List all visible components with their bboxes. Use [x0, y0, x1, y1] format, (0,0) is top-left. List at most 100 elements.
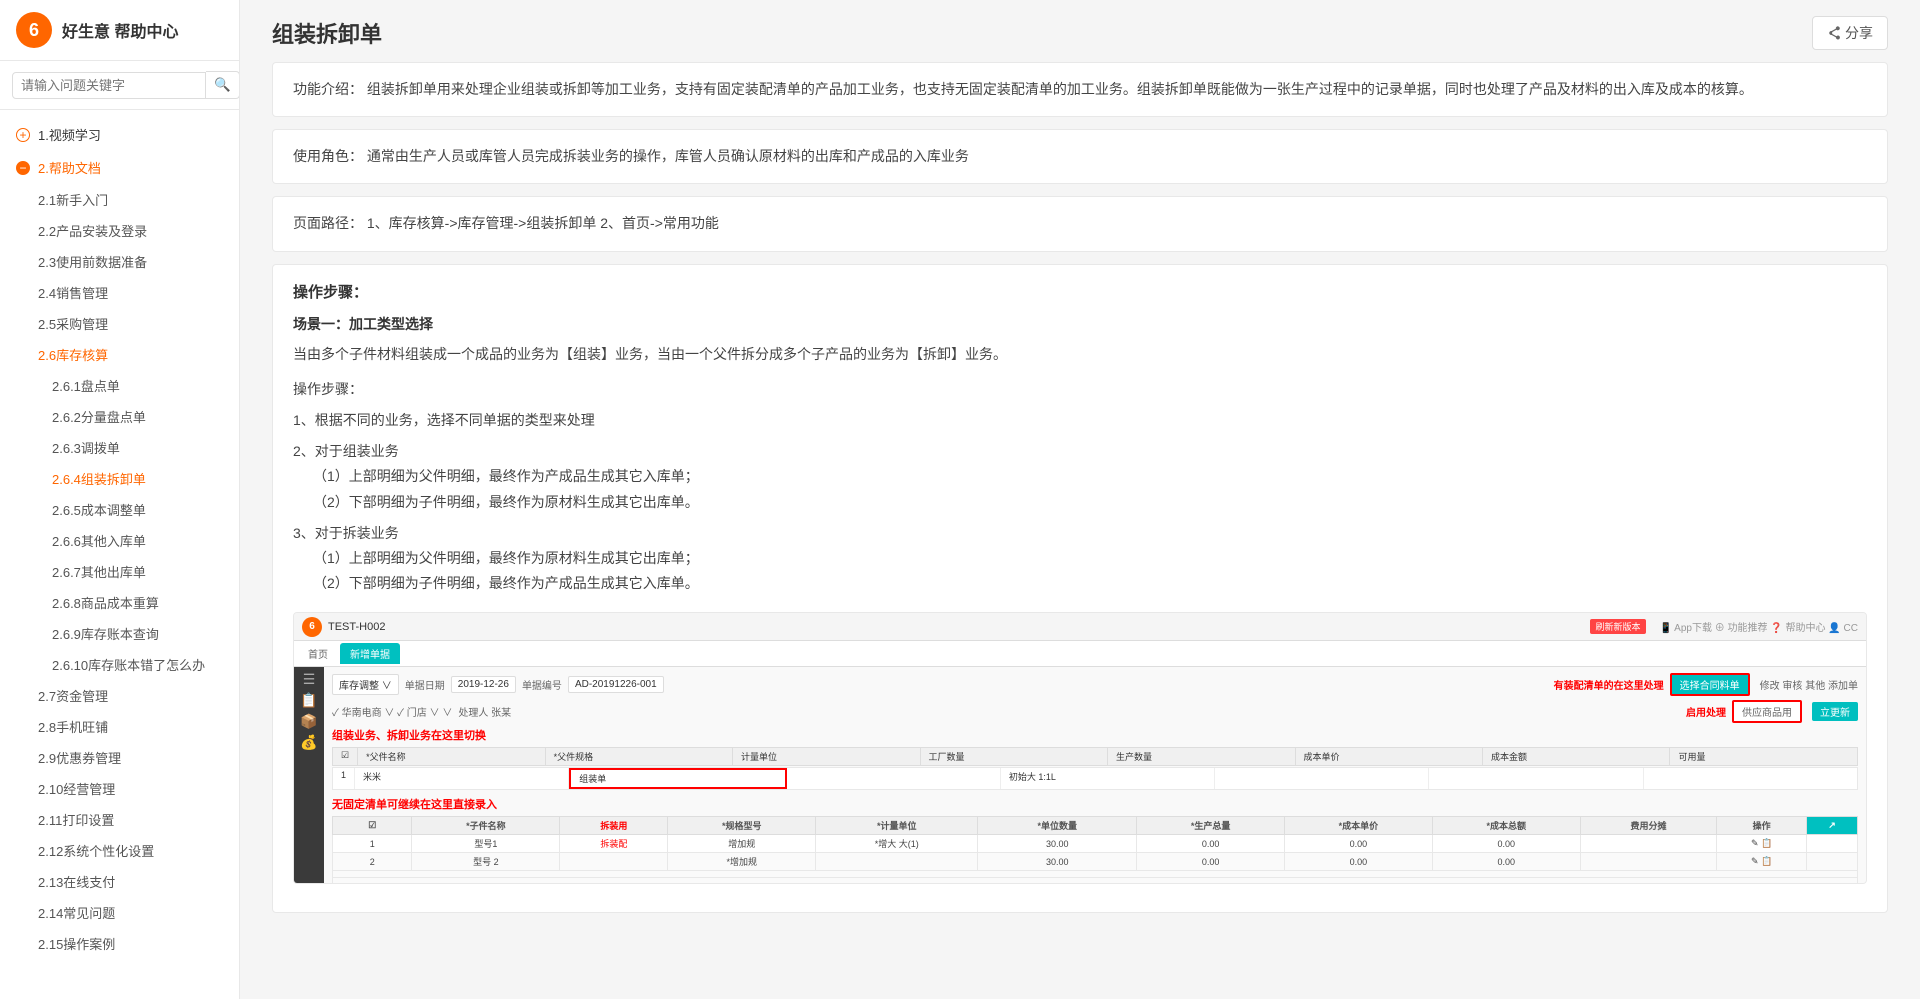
ss-nav-icon3: 📦 [300, 713, 317, 730]
ss-lth2: *子件名称 [412, 817, 560, 835]
ss-lc12 [1807, 835, 1858, 853]
sidebar-item-2[interactable]: − 2.帮助文档 2.1新手入门 2.2产品安装及登录 2.3使用前数据准备 2… [0, 151, 239, 959]
ss-td4 [787, 768, 1001, 789]
ss-th7: 成本单价 [1296, 748, 1483, 765]
share-button[interactable]: 分享 [1812, 16, 1888, 50]
ss-org: ✓ 华南电商 ∨ ✓ 门店 ∨ ∨ [332, 704, 452, 719]
ss-body: ☰ 📋 📦 💰 库存调整 ∨ 单据日期 [294, 667, 1866, 883]
ss-lth1: ☑ [333, 817, 412, 835]
ss-lc3: 拆装配 [560, 835, 668, 853]
sidebar-item-2-1[interactable]: 2.1新手入门 [0, 184, 239, 215]
ss-upper-table-row1: 1 米米 组装单 初始大 1:1L [332, 767, 1858, 790]
ss-form: 库存调整 ∨ 单据日期 2019-12-26 单据编号 AD-20191226-… [324, 667, 1866, 883]
ss-lth8: *成本单价 [1285, 817, 1433, 835]
ss-lrow2: 2 型号 2 *增加规 30.00 0.00 0.00 [333, 853, 1858, 871]
expand-icon: + [16, 128, 30, 142]
sidebar-item-2-10[interactable]: 2.10经营管理 [0, 773, 239, 804]
role-text: 通常由生产人员或库管人员完成拆装业务的操作，库管人员确认原材料的出库和产成品的入… [367, 148, 969, 164]
sidebar-item-2-8[interactable]: 2.8手机旺铺 [0, 711, 239, 742]
ss-btn-refresh: 刷新新版本 [1590, 619, 1645, 634]
ss-btn-select: 选择合同料单 [1670, 673, 1750, 696]
ss-lower-tbody: 1 型号1 拆装配 增加规 *增大 大(1) 30.00 0.00 0.00 [333, 835, 1858, 884]
ss-lth11: 操作 [1717, 817, 1807, 835]
sidebar-item-2-13[interactable]: 2.13在线支付 [0, 866, 239, 897]
ss-td3-highlight: 组装单 [569, 768, 786, 789]
path-label: 页面路径： [293, 215, 363, 231]
ss-lrow1: 1 型号1 拆装配 增加规 *增大 大(1) 30.00 0.00 0.00 [333, 835, 1858, 853]
scene1-label: 场景一：加工类型选择 [293, 314, 1867, 334]
ss-l2c2: 型号 2 [412, 853, 560, 871]
ss-td2: 米米 [355, 768, 569, 789]
ss-date-label: 单据日期 [405, 677, 445, 692]
logo-icon: 6 [16, 12, 52, 48]
collapse-icon: − [16, 161, 30, 175]
ss-lrow3-empty [333, 871, 1858, 878]
ss-lc6: 30.00 [978, 835, 1137, 853]
main-content: 组装拆卸单 分享 功能介绍： 组装拆卸单用来处理企业组装或拆卸等加工业务，支持有… [240, 0, 1920, 999]
ss-date-val: 2019-12-26 [451, 676, 516, 693]
main-header: 组装拆卸单 分享 [240, 0, 1920, 62]
app-title: 好生意 帮助中心 [62, 18, 178, 42]
ss-l2c7: 0.00 [1137, 853, 1285, 871]
ss-icons: 📱 App下载 ⊕ 功能推荐 ❓ 帮助中心 👤 CC [1660, 619, 1859, 634]
sidebar-item-2-4[interactable]: 2.4销售管理 [0, 277, 239, 308]
ss-main-area: 库存调整 ∨ 单据日期 2019-12-26 单据编号 AD-20191226-… [324, 667, 1866, 883]
sidebar-item-2-6[interactable]: 2.6库存核算 [0, 339, 239, 370]
ss-th9: 可用量 [1670, 748, 1856, 765]
nav-tree: + 1.视频学习 − 2.帮助文档 2.1新手入门 2.2产品安装及登录 2.3… [0, 110, 239, 999]
step3: 3、对于拆装业务 [293, 521, 1867, 546]
sidebar-item-2-9[interactable]: 2.9优惠券管理 [0, 742, 239, 773]
ss-th4: 计量单位 [733, 748, 920, 765]
sidebar-item-2-5[interactable]: 2.5采购管理 [0, 308, 239, 339]
sidebar-item-2-6-1[interactable]: 2.6.1盘点单 [0, 370, 239, 401]
feature-intro-label: 功能介绍： [293, 81, 363, 97]
sidebar-item-2-15[interactable]: 2.15操作案例 [0, 928, 239, 959]
sidebar-item-2-6-10[interactable]: 2.6.10库存账本错了怎么办 [0, 649, 239, 680]
ann-text5: 无固定清单可继续在这里直接录入 [332, 796, 1858, 812]
sidebar-item-2-14[interactable]: 2.14常见问题 [0, 897, 239, 928]
ss-lth10: 费用分摊 [1580, 817, 1717, 835]
sidebar-item-2-7[interactable]: 2.7资金管理 [0, 680, 239, 711]
content-area: 功能介绍： 组装拆卸单用来处理企业组装或拆卸等加工业务，支持有固定装配清单的产品… [240, 62, 1920, 957]
ss-lc7: 0.00 [1137, 835, 1285, 853]
ss-tab-active: 新增单据 [340, 643, 400, 664]
sidebar-item-2-3[interactable]: 2.3使用前数据准备 [0, 246, 239, 277]
sidebar-item-2-6-6[interactable]: 2.6.6其他入库单 [0, 525, 239, 556]
sidebar-item-1[interactable]: + 1.视频学习 [0, 118, 239, 151]
ss-lc1: 1 [333, 835, 412, 853]
ss-lc5: *增大 大(1) [816, 835, 978, 853]
sidebar-item-2-6-8[interactable]: 2.6.8商品成本重算 [0, 587, 239, 618]
sidebar-item-2-6-4[interactable]: 2.6.4组装拆卸单 [0, 463, 239, 494]
sidebar-header: 6 好生意 帮助中心 [0, 0, 239, 61]
ss-lth4: *规格型号 [668, 817, 816, 835]
ss-num-val: AD-20191226-001 [568, 676, 664, 693]
sidebar-item-2-11[interactable]: 2.11打印设置 [0, 804, 239, 835]
ss-lc2: 型号1 [412, 835, 560, 853]
sidebar-item-2-6-7[interactable]: 2.6.7其他出库单 [0, 556, 239, 587]
sidebar-item-2-6-5[interactable]: 2.6.5成本调整单 [0, 494, 239, 525]
ann-text4: 组装业务、拆卸业务在这里切换 [332, 727, 1858, 743]
ss-l2c9: 0.00 [1432, 853, 1580, 871]
search-input[interactable] [12, 72, 206, 99]
ss-l2c6: 30.00 [978, 853, 1137, 871]
ss-lrow3 [333, 871, 1858, 878]
sidebar-item-2-6-9[interactable]: 2.6.9库存账本查询 [0, 618, 239, 649]
sidebar-item-2-6-3[interactable]: 2.6.3调拨单 [0, 432, 239, 463]
ss-l2c8: 0.00 [1285, 853, 1433, 871]
ss-lc9: 0.00 [1432, 835, 1580, 853]
ss-l2c10 [1580, 853, 1717, 871]
ss-l2c3 [560, 853, 668, 871]
ss-l2c4: *增加规 [668, 853, 816, 871]
ss-topbar: 6 TEST-H002 刷新新版本 📱 App下载 ⊕ 功能推荐 ❓ 帮助中心 … [294, 613, 1866, 641]
step3-sub1: （1）上部明细为父件明细，最终作为原材料生成其它出库单； [313, 546, 1867, 571]
ss-lrow4 [333, 878, 1858, 884]
sidebar-item-2-2[interactable]: 2.2产品安装及登录 [0, 215, 239, 246]
ss-lth12: ↗ [1807, 817, 1858, 835]
step2-sub2: （2）下部明细为子件明细，最终作为原材料生成其它出库单。 [313, 490, 1867, 515]
sidebar-item-2-6-2[interactable]: 2.6.2分量盘点单 [0, 401, 239, 432]
role-label: 使用角色： [293, 148, 363, 164]
scene1-desc: 当由多个子件材料组装成一个成品的业务为【组装】业务，当由一个父件拆分成多个子产品… [293, 342, 1867, 367]
ss-lc4: 增加规 [668, 835, 816, 853]
search-button[interactable]: 🔍 [206, 71, 240, 99]
sidebar-item-2-12[interactable]: 2.12系统个性化设置 [0, 835, 239, 866]
